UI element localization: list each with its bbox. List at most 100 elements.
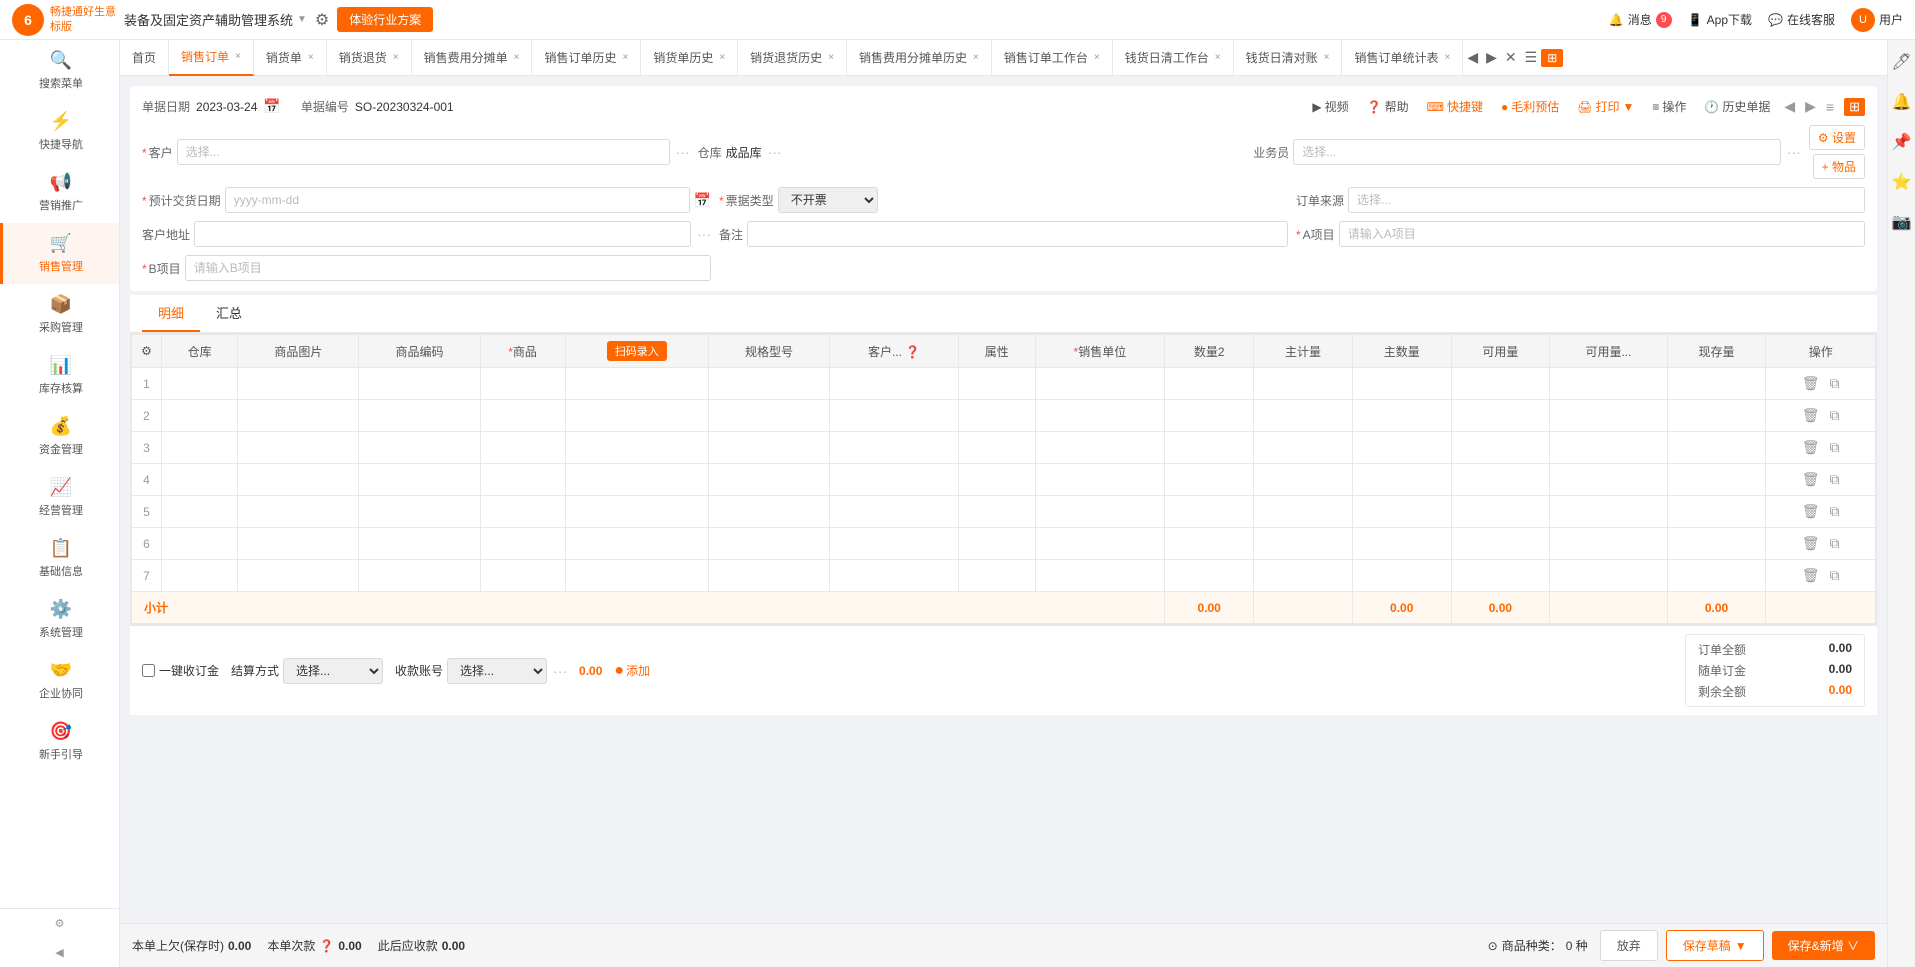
delete-icon[interactable]: 🗑 (1800, 469, 1822, 490)
tab-home[interactable]: 首页 (120, 40, 169, 76)
one-key-checkout-input[interactable] (142, 664, 155, 677)
tab-sales-expense[interactable]: 销售费用分摊单 × (412, 40, 533, 76)
edit-icon[interactable]: 🖊 (1887, 48, 1915, 76)
copy-icon[interactable]: ⧉ (1828, 373, 1842, 394)
order-source-input[interactable] (1348, 187, 1865, 213)
settings-btn[interactable]: ⚙ 设置 (1809, 125, 1865, 150)
tab-nav-close-all[interactable]: ✕ (1501, 49, 1521, 66)
star-icon[interactable]: ⭐ (1888, 168, 1915, 196)
sidebar-item-sales[interactable]: 🛒 销售管理 (0, 223, 119, 284)
nav-prev-icon[interactable]: ◀ (1784, 98, 1795, 115)
tab-nav-next[interactable]: ▶ (1482, 49, 1501, 66)
sidebar-item-enterprise[interactable]: 🤝 企业协同 (0, 650, 119, 711)
sidebar-item-base-info[interactable]: 📋 基础信息 (0, 528, 119, 589)
camera-icon[interactable]: 📷 (1888, 208, 1915, 236)
staff-dots-icon[interactable]: ··· (1787, 144, 1801, 160)
save-draft-arrow-icon[interactable]: ▼ (1735, 939, 1747, 953)
copy-icon[interactable]: ⧉ (1828, 405, 1842, 426)
table-scroll[interactable]: ⚙ 仓库 商品图片 商品编码 *商品 扫码录入 规格型号 客户... ❓ 属性 (131, 334, 1876, 624)
sidebar-item-inventory[interactable]: 📊 库存核算 (0, 345, 119, 406)
tab-sales-order[interactable]: 销售订单 × (169, 40, 254, 76)
tab-sales-history[interactable]: 销售订单历史 × (532, 40, 641, 76)
tab-daily-workbench[interactable]: 钱货日清工作台 × (1113, 40, 1234, 76)
row-product[interactable] (480, 368, 565, 400)
copy-icon[interactable]: ⧉ (1828, 437, 1842, 458)
row-customer-code[interactable] (830, 368, 959, 400)
address-input[interactable] (194, 221, 691, 247)
row-warehouse[interactable] (162, 368, 238, 400)
sidebar-settings-btn[interactable]: ⚙ (0, 909, 119, 938)
b-project-input[interactable] (185, 255, 711, 281)
sidebar-collapse-btn[interactable]: ◀ (0, 938, 119, 967)
tab-nav-expand[interactable]: ⊞ (1541, 49, 1563, 67)
tab-order-stats[interactable]: 销售订单统计表 × (1342, 40, 1463, 76)
tab-goods-bill[interactable]: 销货单 × (254, 40, 327, 76)
shortcut-btn[interactable]: ⌨ 快捷键 (1423, 96, 1487, 117)
profit-btn[interactable]: ● 毛利预估 (1497, 96, 1563, 117)
row-main-qty[interactable] (1352, 368, 1451, 400)
expand-icon[interactable]: ⊞ (1844, 98, 1865, 116)
tab-close-icon[interactable]: × (1094, 52, 1100, 63)
row-qty2[interactable] (1165, 368, 1254, 400)
sidebar-item-system[interactable]: ⚙️ 系统管理 (0, 589, 119, 650)
delivery-calendar-icon[interactable]: 📅 (694, 192, 711, 209)
sidebar-item-purchase[interactable]: 📦 采购管理 (0, 284, 119, 345)
tab-close-icon[interactable]: × (622, 52, 628, 63)
tab-order-workbench[interactable]: 销售订单工作台 × (992, 40, 1113, 76)
delete-icon[interactable]: 🗑 (1800, 405, 1822, 426)
row-unit[interactable] (1035, 368, 1165, 400)
memo-input[interactable] (747, 221, 1288, 247)
sidebar-item-search[interactable]: 🔍 搜索菜单 (0, 40, 119, 101)
scan-btn[interactable]: 扫码录入 (607, 341, 667, 361)
discard-btn[interactable]: 放弃 (1600, 930, 1658, 961)
staff-input[interactable] (1293, 139, 1781, 165)
tab-close-icon[interactable]: × (973, 52, 979, 63)
tab-nav-prev[interactable]: ◀ (1463, 49, 1482, 66)
delivery-date-input[interactable] (225, 187, 690, 213)
tab-close-icon[interactable]: × (1444, 52, 1450, 63)
tab-sales-return[interactable]: 销货退货 × (327, 40, 412, 76)
save-new-btn[interactable]: 保存&新增 ∨ (1772, 931, 1875, 960)
tab-close-icon[interactable]: × (1215, 52, 1221, 63)
copy-icon[interactable]: ⧉ (1828, 565, 1842, 586)
bell-icon[interactable]: 🔔 (1888, 88, 1915, 116)
video-btn[interactable]: ▶ 视频 (1308, 96, 1352, 117)
delete-icon[interactable]: 🗑 (1800, 437, 1822, 458)
sub-tab-detail[interactable]: 明细 (142, 295, 200, 332)
payment-method-select[interactable]: 选择... (283, 658, 383, 684)
address-dots-icon[interactable]: ··· (697, 226, 711, 242)
warehouse-dots-icon[interactable]: ··· (768, 144, 782, 160)
industry-btn[interactable]: 体验行业方案 (337, 7, 433, 32)
layout-icon[interactable]: ≡ (1826, 99, 1834, 115)
history-btn[interactable]: 🕐 历史单据 (1700, 96, 1774, 117)
online-service-btn[interactable]: 💬 在线客服 (1768, 11, 1835, 28)
tab-close-icon[interactable]: × (514, 52, 520, 63)
receipt-dots-icon[interactable]: ··· (553, 663, 567, 679)
delete-icon[interactable]: 🗑 (1800, 565, 1822, 586)
tab-close-icon[interactable]: × (828, 52, 834, 63)
sidebar-item-finance[interactable]: 💰 资金管理 (0, 406, 119, 467)
delete-icon[interactable]: 🗑 (1800, 373, 1822, 394)
save-draft-btn[interactable]: 保存草稿 ▼ (1666, 930, 1764, 961)
dropdown-arrow-icon[interactable]: ▼ (297, 14, 307, 25)
add-item-btn[interactable]: + 物品 (1813, 154, 1865, 179)
operation-btn[interactable]: ≡ 操作 (1648, 96, 1690, 117)
user-btn[interactable]: U 用户 (1851, 8, 1903, 32)
row-attr[interactable] (959, 368, 1035, 400)
tab-close-icon[interactable]: × (308, 52, 314, 63)
help-btn[interactable]: ❓ 帮助 (1363, 96, 1413, 117)
sidebar-item-operations[interactable]: 📈 经营管理 (0, 467, 119, 528)
tab-close-icon[interactable]: × (1324, 52, 1330, 63)
add-btn[interactable]: ● 添加 (614, 662, 650, 680)
row-code[interactable] (359, 368, 480, 400)
sub-tab-summary[interactable]: 汇总 (200, 295, 258, 332)
col-settings[interactable]: ⚙ (132, 335, 162, 368)
notification-btn[interactable]: 🔔 消息 9 (1609, 11, 1672, 28)
app-download-btn[interactable]: 📱 App下载 (1688, 11, 1752, 28)
tab-daily-reconcile[interactable]: 钱货日清对账 × (1234, 40, 1343, 76)
receipt-num-select[interactable]: 选择... (447, 658, 547, 684)
ticket-select[interactable]: 不开票 (778, 187, 878, 213)
tab-close-icon[interactable]: × (719, 52, 725, 63)
customer-dots-icon[interactable]: ··· (676, 144, 690, 160)
sidebar-item-guide[interactable]: 🎯 新手引导 (0, 711, 119, 772)
